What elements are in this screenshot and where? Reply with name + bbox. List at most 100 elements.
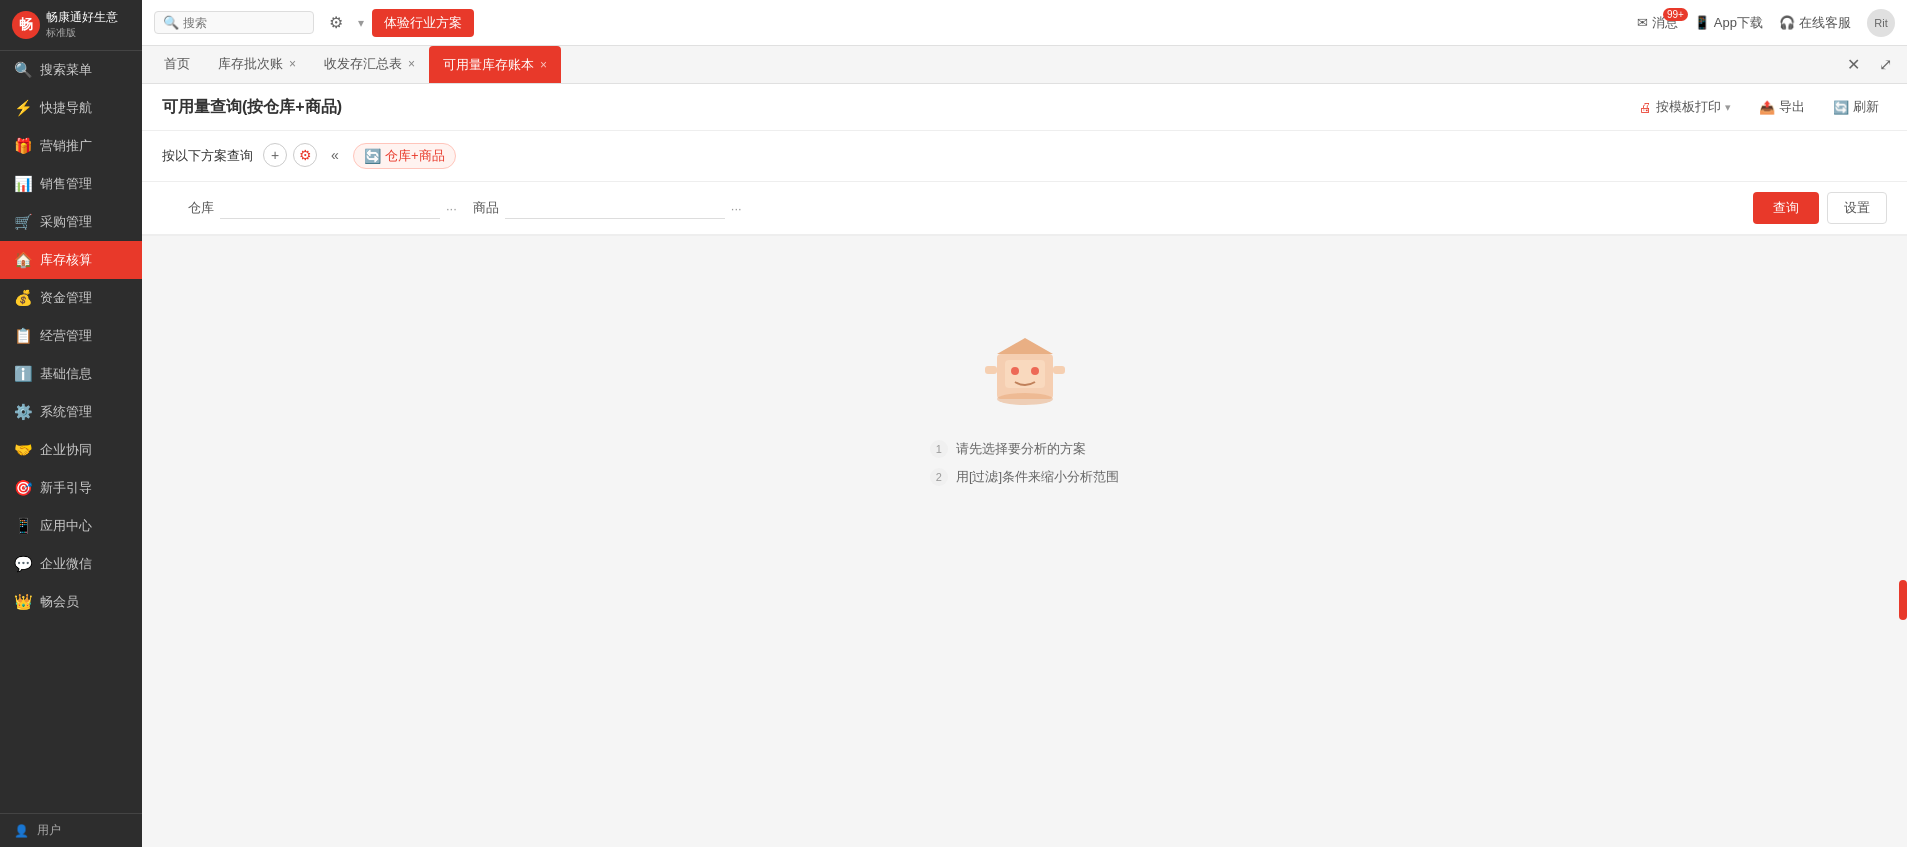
scheme-icon: 🔄 (364, 148, 381, 164)
tab-home[interactable]: 首页 (150, 46, 204, 83)
tab-available-stock[interactable]: 可用量库存账本 × (429, 46, 561, 83)
svg-point-4 (1031, 367, 1039, 375)
handshake-icon: 🤝 (14, 441, 32, 459)
warehouse-more-button[interactable]: ··· (446, 201, 457, 216)
sidebar-item-enterprise[interactable]: 🤝 企业协同 (0, 431, 142, 469)
sidebar-item-operation[interactable]: 📋 经营管理 (0, 317, 142, 355)
sidebar-item-system[interactable]: ⚙️ 系统管理 (0, 393, 142, 431)
tab-collect-summary-label: 收发存汇总表 (324, 55, 402, 73)
sidebar-item-label: 搜索菜单 (40, 61, 92, 79)
export-button[interactable]: 📤 导出 (1751, 94, 1813, 120)
tab-available-stock-close[interactable]: × (540, 58, 547, 72)
topbar: 🔍 ⚙ ▾ 体验行业方案 ✉ 消息 99+ 📱 App下载 🎧 在线客服 Rit (142, 0, 1907, 46)
crown-icon: 👑 (14, 593, 32, 611)
main-area: 🔍 ⚙ ▾ 体验行业方案 ✉ 消息 99+ 📱 App下载 🎧 在线客服 Rit (142, 0, 1907, 847)
sidebar-item-label: 基础信息 (40, 365, 92, 383)
export-label: 导出 (1779, 98, 1805, 116)
sidebar-item-search[interactable]: 🔍 搜索菜单 (0, 51, 142, 89)
tip-text-1: 请先选择要分析的方案 (956, 440, 1086, 458)
info-icon: ℹ️ (14, 365, 32, 383)
topbar-dropdown-icon[interactable]: ▾ (358, 16, 364, 30)
topbar-right: ✉ 消息 99+ 📱 App下载 🎧 在线客服 Rit (1637, 9, 1895, 37)
svg-rect-6 (1053, 366, 1065, 374)
page-content: 可用量查询(按仓库+商品) 🖨 按模板打印 ▾ 📤 导出 🔄 刷新 (142, 84, 1907, 847)
warehouse-input[interactable] (220, 197, 440, 219)
svg-rect-5 (985, 366, 997, 374)
filter-collapse-button[interactable]: « (323, 143, 347, 167)
sidebar-item-guide[interactable]: 🎯 新手引导 (0, 469, 142, 507)
topbar-gear-button[interactable]: ⚙ (322, 9, 350, 37)
sidebar-item-label: 资金管理 (40, 289, 92, 307)
tab-home-label: 首页 (164, 55, 190, 73)
tip-num-2: 2 (930, 468, 948, 486)
gear-icon: ⚙️ (14, 403, 32, 421)
filter-actions: 查询 设置 (1753, 192, 1887, 224)
goods-more-button[interactable]: ··· (731, 201, 742, 216)
template-print-button[interactable]: 🖨 按模板打印 ▾ (1631, 94, 1739, 120)
window-maximize-button[interactable]: ⤢ (1871, 51, 1899, 79)
query-button[interactable]: 查询 (1753, 192, 1819, 224)
column-settings-button[interactable]: 设置 (1827, 192, 1887, 224)
tip-item-2: 2 用[过滤]条件来缩小分析范围 (930, 468, 1119, 486)
chat-icon: 💬 (14, 555, 32, 573)
sidebar-item-purchase[interactable]: 🛒 采购管理 (0, 203, 142, 241)
money-icon: 💰 (14, 289, 32, 307)
target-icon: 🎯 (14, 479, 32, 497)
tab-batch-account[interactable]: 库存批次账 × (204, 46, 310, 83)
search-input[interactable] (183, 16, 293, 30)
message-icon: ✉ (1637, 15, 1648, 30)
filter-schemes: + ⚙ « 🔄 仓库+商品 (263, 143, 456, 169)
sidebar-item-membership[interactable]: 👑 畅会员 (0, 583, 142, 621)
empty-state: 1 请先选择要分析的方案 2 用[过滤]条件来缩小分析范围 (142, 236, 1907, 566)
right-scrollbar[interactable] (1899, 580, 1907, 620)
sidebar-item-finance[interactable]: 💰 资金管理 (0, 279, 142, 317)
warehouse-label: 仓库 (188, 199, 214, 217)
sidebar-item-marketing[interactable]: 🎁 营销推广 (0, 127, 142, 165)
user-icon: 👤 (14, 824, 29, 838)
svg-rect-2 (1005, 360, 1045, 388)
sidebar-bottom[interactable]: 👤 用户 (0, 813, 142, 847)
industry-solution-button[interactable]: 体验行业方案 (372, 9, 474, 37)
filter-add-button[interactable]: + (263, 143, 287, 167)
sidebar-item-inventory[interactable]: 🏠 库存核算 (0, 241, 142, 279)
sidebar-item-label: 库存核算 (40, 251, 92, 269)
page-title: 可用量查询(按仓库+商品) (162, 97, 342, 118)
gear-icon: ⚙ (299, 147, 312, 163)
tab-batch-account-close[interactable]: × (289, 57, 296, 71)
collapse-icon: « (331, 147, 339, 163)
tab-collect-summary-close[interactable]: × (408, 57, 415, 71)
tab-collect-summary[interactable]: 收发存汇总表 × (310, 46, 429, 83)
house-icon: 🏠 (14, 251, 32, 269)
sidebar-item-label: 应用中心 (40, 517, 92, 535)
scheme-warehouse-goods[interactable]: 🔄 仓库+商品 (353, 143, 456, 169)
clipboard-icon: 📋 (14, 327, 32, 345)
sidebar-nav: 🔍 搜索菜单 ⚡ 快捷导航 🎁 营销推广 📊 销售管理 🛒 采购管理 🏠 库存核… (0, 51, 142, 813)
message-badge: 99+ (1663, 8, 1688, 21)
topbar-search-box[interactable]: 🔍 (154, 11, 314, 34)
sidebar-item-app-center[interactable]: 📱 应用中心 (0, 507, 142, 545)
window-close-button[interactable]: ✕ (1839, 51, 1867, 79)
logo-icon: 畅 (12, 11, 40, 39)
app-download-button[interactable]: 📱 App下载 (1694, 14, 1763, 32)
tip-text-2: 用[过滤]条件来缩小分析范围 (956, 468, 1119, 486)
refresh-icon: 🔄 (1833, 100, 1849, 115)
sidebar-item-basic[interactable]: ℹ️ 基础信息 (0, 355, 142, 393)
sidebar-item-label: 企业协同 (40, 441, 92, 459)
sidebar-item-sales[interactable]: 📊 销售管理 (0, 165, 142, 203)
empty-state-tips: 1 请先选择要分析的方案 2 用[过滤]条件来缩小分析范围 (930, 440, 1119, 486)
tab-available-stock-label: 可用量库存账本 (443, 56, 534, 74)
refresh-button[interactable]: 🔄 刷新 (1825, 94, 1887, 120)
svg-marker-1 (997, 338, 1053, 354)
online-service-button[interactable]: 🎧 在线客服 (1779, 14, 1851, 32)
goods-input[interactable] (505, 197, 725, 219)
template-print-label: 按模板打印 (1656, 98, 1721, 116)
filter-settings-button[interactable]: ⚙ (293, 143, 317, 167)
sidebar: 畅 畅康通好生意 标准版 🔍 搜索菜单 ⚡ 快捷导航 🎁 营销推广 📊 销售管理… (0, 0, 142, 847)
sidebar-item-wechat[interactable]: 💬 企业微信 (0, 545, 142, 583)
sidebar-item-shortcut[interactable]: ⚡ 快捷导航 (0, 89, 142, 127)
page-header: 可用量查询(按仓库+商品) 🖨 按模板打印 ▾ 📤 导出 🔄 刷新 (142, 84, 1907, 131)
filter-section-label: 按以下方案查询 (162, 143, 253, 165)
print-icon: 🖨 (1639, 100, 1652, 115)
user-avatar[interactable]: Rit (1867, 9, 1895, 37)
message-button[interactable]: ✉ 消息 99+ (1637, 14, 1678, 32)
